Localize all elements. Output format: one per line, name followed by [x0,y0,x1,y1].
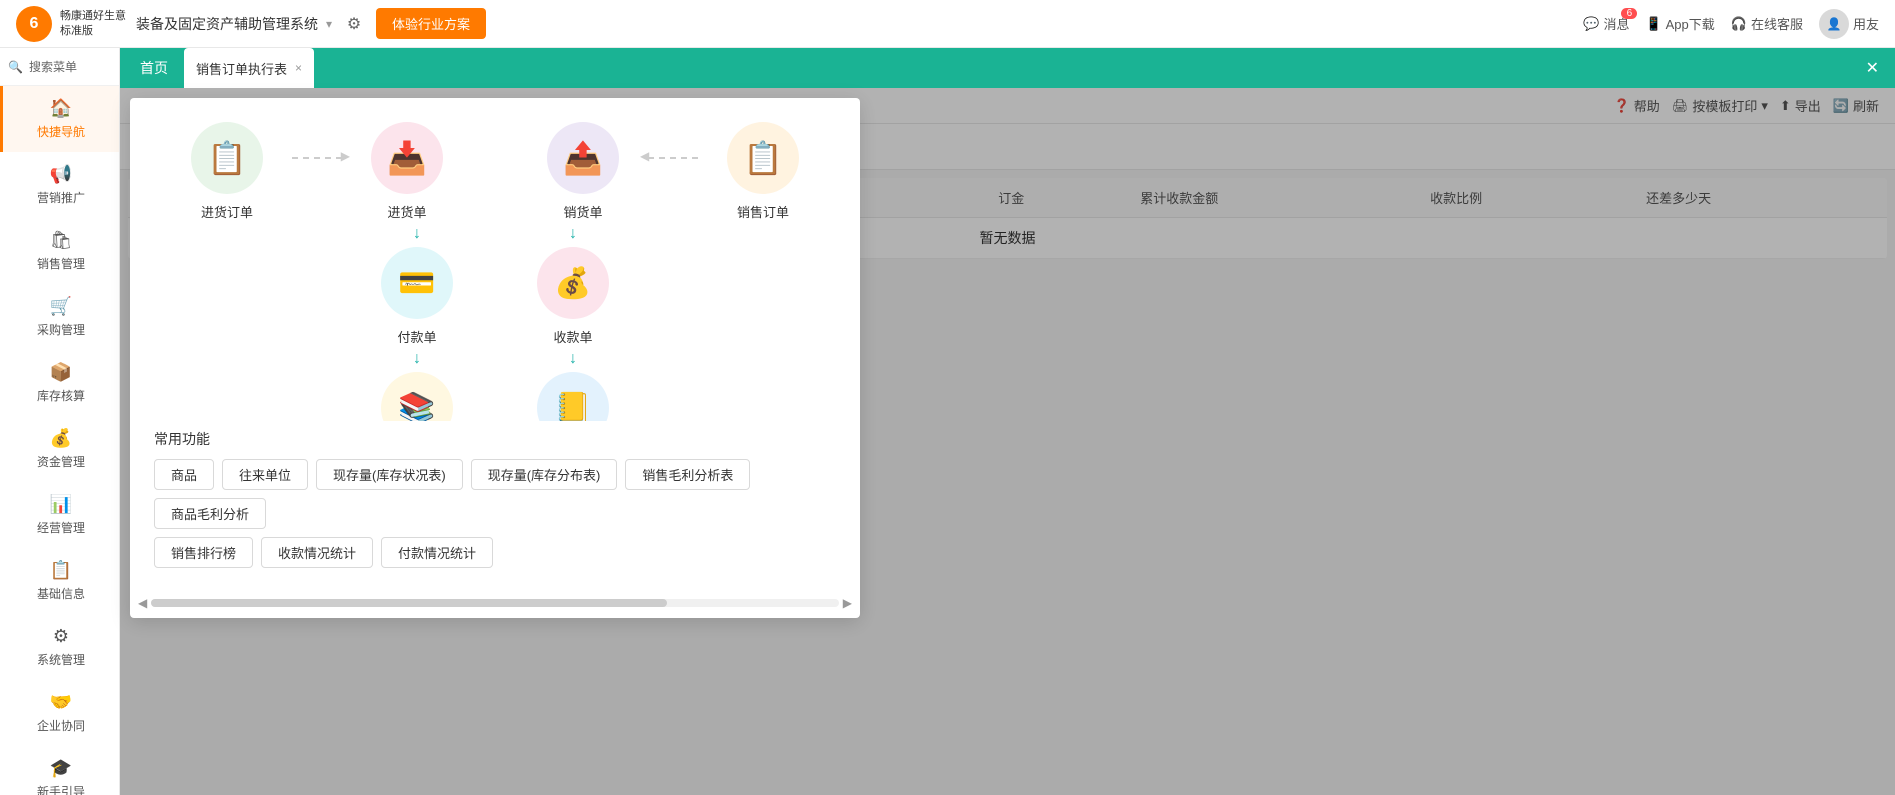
common-func-title: 常用功能 [154,429,836,449]
avatar: 👤 [1819,9,1849,39]
megaphone-icon: 📢 [50,164,72,185]
header-right: 💬 消息 6 📱 App下载 🎧 在线客服 👤 用友 [1583,9,1879,39]
settings-button[interactable]: ⚙ [340,10,368,38]
sales-receipt-icon: 📤 [547,122,619,194]
arrow-down-payment: ↓ [413,350,421,368]
sidebar-item-quick-nav[interactable]: 🏠 快捷导航 [0,86,119,152]
flow-node-sales-order[interactable]: 📋 销售订单 [698,122,828,221]
func-btn-sales-rank[interactable]: 销售排行榜 [154,537,253,568]
flow-section: 📋 进货订单 📥 进货单 📤 [130,98,860,421]
sidebar-item-marketing[interactable]: 📢 营销推广 [0,152,119,218]
scrollbar-track[interactable] [151,599,839,607]
sidebar-item-finance[interactable]: 💰 资金管理 [0,416,119,482]
system-dropdown-icon[interactable]: ▾ [326,17,332,31]
search-icon: 🔍 [8,60,23,74]
flow-node-purchase-order[interactable]: 📋 进货订单 [162,122,292,221]
receipt-icon: 💰 [537,247,609,319]
chart-icon: 📊 [50,494,72,515]
func-buttons-row2: 销售排行榜 收款情况统计 付款情况统计 [154,537,836,568]
flow-node-purchase-receipt[interactable]: 📥 进货单 [342,122,472,221]
modal-scrollbar: ◀ ▶ [130,592,860,618]
supplier-ledger-icon: 📚 [381,372,453,421]
arrow-down-sales: ↓ [569,225,577,243]
payment-icon: 💳 [381,247,453,319]
func-btn-product-margin[interactable]: 商品毛利分析 [154,498,266,529]
box-icon: 📦 [50,362,72,383]
func-btn-product[interactable]: 商品 [154,459,214,490]
sales-order-icon: 📋 [727,122,799,194]
customer-ledger-icon: 📒 [537,372,609,421]
shopping-icon: 🛍 [50,230,73,251]
purchase-receipt-icon: 📥 [371,122,443,194]
sidebar-item-enterprise[interactable]: 🤝 企业协同 [0,680,119,746]
func-btn-receipt-stats[interactable]: 收款情况统计 [261,537,373,568]
clipboard-icon: 📋 [50,560,72,581]
scrollbar-thumb[interactable] [151,599,667,607]
flow-modal: 📋 进货订单 📥 进货单 📤 [130,98,860,618]
flow-node-supplier-ledger[interactable]: 📚 供应商账本 [352,372,482,421]
sidebar: 🔍 搜索菜单 🏠 快捷导航 📢 营销推广 🛍 销售管理 🛒 采购管理 📦 库存核… [0,48,120,795]
flow-node-customer-ledger[interactable]: 📒 客户账本 [508,372,638,421]
arrow-down-purchase: ↓ [413,225,421,243]
func-btn-payment-stats[interactable]: 付款情况统计 [381,537,493,568]
arrow-down-receipt: ↓ [569,350,577,368]
func-buttons-row1: 商品 往来单位 现存量(库存状况表) 现存量(库存分布表) 销售毛利分析表 商品… [154,459,836,529]
tab-home[interactable]: 首页 [124,48,184,88]
handshake-icon: 🤝 [50,692,72,713]
message-badge: 6 [1621,8,1637,19]
logo-text: 畅康通好生意 标准版 [60,9,126,38]
system-title: 装备及固定资产辅助管理系统 [136,14,318,34]
search-menu-button[interactable]: 🔍 搜索菜单 [0,48,119,86]
arrow-purchase-order-to-receipt [292,157,342,159]
modal-overlay: 📋 进货订单 📥 进货单 📤 [120,88,1895,795]
system-title-area: 装备及固定资产辅助管理系统 ▾ ⚙ 体验行业方案 [136,8,1583,39]
scroll-left-button[interactable]: ◀ [138,596,147,610]
sidebar-item-sales[interactable]: 🛍 销售管理 [0,218,119,284]
arrow-sales-order-to-receipt [648,157,698,159]
logo-icon: 6 [16,6,52,42]
sidebar-item-purchase[interactable]: 🛒 采购管理 [0,284,119,350]
func-btn-partner[interactable]: 往来单位 [222,459,308,490]
online-service-button[interactable]: 🎧 在线客服 [1731,14,1803,33]
headset-icon: 🎧 [1731,16,1747,32]
sidebar-item-operation[interactable]: 📊 经营管理 [0,482,119,548]
flow-node-payment[interactable]: 💳 付款单 [352,247,482,346]
app-download-button[interactable]: 📱 App下载 [1645,14,1714,33]
purchase-order-icon: 📋 [191,122,263,194]
flow-node-sales-receipt[interactable]: 📤 销货单 [518,122,648,221]
home-icon: 🏠 [50,98,72,119]
user-avatar[interactable]: 👤 用友 [1819,9,1879,39]
message-icon: 💬 [1583,16,1599,32]
func-btn-stock-dist[interactable]: 现存量(库存分布表) [471,459,618,490]
func-btn-stock-status[interactable]: 现存量(库存状况表) [316,459,463,490]
window-close-button[interactable]: ✕ [1850,48,1895,88]
gear-icon: ⚙ [53,626,69,647]
sidebar-item-basic-info[interactable]: 📋 基础信息 [0,548,119,614]
trial-button[interactable]: 体验行业方案 [376,8,486,39]
cart-icon: 🛒 [50,296,72,317]
money-icon: 💰 [50,428,72,449]
graduation-icon: 🎓 [50,758,72,779]
func-btn-sales-margin[interactable]: 销售毛利分析表 [625,459,750,490]
top-header: 6 畅康通好生意 标准版 装备及固定资产辅助管理系统 ▾ ⚙ 体验行业方案 💬 … [0,0,1895,48]
phone-icon: 📱 [1645,16,1661,32]
message-button[interactable]: 💬 消息 6 [1583,14,1629,33]
logo-area: 6 畅康通好生意 标准版 [16,6,136,42]
flow-node-receipt[interactable]: 💰 收款单 [508,247,638,346]
tab-close-button[interactable]: × [295,61,302,75]
sidebar-item-inventory[interactable]: 📦 库存核算 [0,350,119,416]
tab-sales-order[interactable]: 销售订单执行表 × [184,48,314,88]
sidebar-item-newbie[interactable]: 🎓 新手引导 [0,746,119,795]
scroll-right-button[interactable]: ▶ [843,596,852,610]
common-functions-section: 常用功能 商品 往来单位 现存量(库存状况表) 现存量(库存分布表) 销售毛利分… [130,421,860,592]
sidebar-item-system[interactable]: ⚙ 系统管理 [0,614,119,680]
tab-bar: 首页 销售订单执行表 × ✕ [120,48,1895,88]
